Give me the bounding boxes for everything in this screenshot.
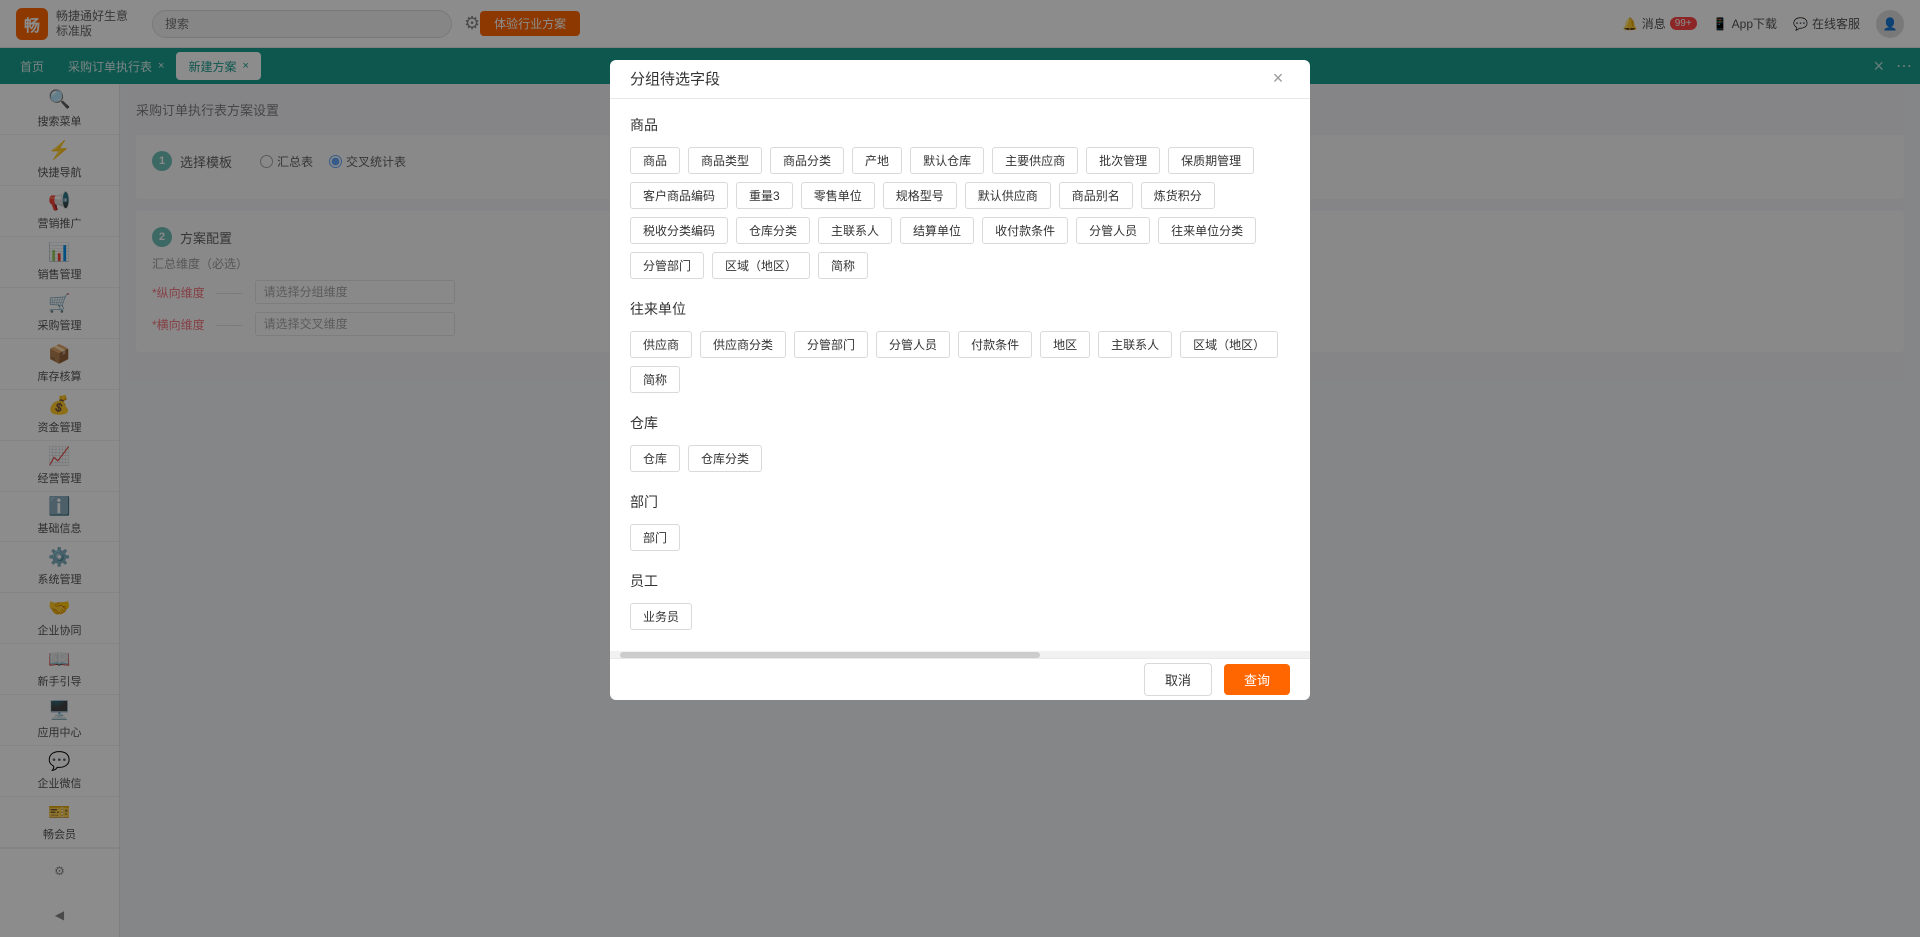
modal-body[interactable]: 商品 商品 商品类型 商品分类 产地 默认仓库 主要供应商 批次管理 保质期管理… — [610, 99, 1310, 652]
section-goods: 商品 商品 商品类型 商品分类 产地 默认仓库 主要供应商 批次管理 保质期管理… — [630, 115, 1290, 279]
section-partner: 往来单位 供应商 供应商分类 分管部门 分管人员 付款条件 地区 主联系人 区域… — [630, 299, 1290, 393]
modal-overlay: 分组待选字段 × 商品 商品 商品类型 商品分类 产地 默认仓库 主要供应商 批… — [0, 0, 1920, 937]
tag-goods-8[interactable]: 客户商品编码 — [630, 182, 728, 209]
tag-partner-7[interactable]: 区域（地区） — [1180, 331, 1278, 358]
section-employee-tags: 业务员 — [630, 603, 1290, 630]
section-partner-tags: 供应商 供应商分类 分管部门 分管人员 付款条件 地区 主联系人 区域（地区） … — [630, 331, 1290, 393]
cancel-button[interactable]: 取消 — [1144, 663, 1212, 696]
tag-goods-4[interactable]: 默认仓库 — [910, 147, 984, 174]
tag-goods-2[interactable]: 商品分类 — [770, 147, 844, 174]
tag-goods-16[interactable]: 仓库分类 — [736, 217, 810, 244]
tag-goods-23[interactable]: 区域（地区） — [712, 252, 810, 279]
section-partner-title: 往来单位 — [630, 299, 1290, 319]
tag-goods-1[interactable]: 商品类型 — [688, 147, 762, 174]
tag-partner-1[interactable]: 供应商分类 — [700, 331, 786, 358]
tag-goods-5[interactable]: 主要供应商 — [992, 147, 1078, 174]
section-employee: 员工 业务员 — [630, 571, 1290, 630]
tag-employee-0[interactable]: 业务员 — [630, 603, 692, 630]
modal-close-btn[interactable]: × — [1266, 67, 1290, 91]
tag-goods-9[interactable]: 重量3 — [736, 182, 793, 209]
tag-partner-5[interactable]: 地区 — [1040, 331, 1090, 358]
modal-h-scrollbar[interactable] — [610, 651, 1310, 657]
tag-goods-22[interactable]: 分管部门 — [630, 252, 704, 279]
section-dept-title: 部门 — [630, 492, 1290, 512]
tag-partner-2[interactable]: 分管部门 — [794, 331, 868, 358]
modal-title: 分组待选字段 — [630, 68, 720, 89]
tag-goods-12[interactable]: 默认供应商 — [965, 182, 1051, 209]
section-dept-tags: 部门 — [630, 524, 1290, 551]
tag-goods-7[interactable]: 保质期管理 — [1168, 147, 1254, 174]
tag-partner-3[interactable]: 分管人员 — [876, 331, 950, 358]
section-goods-title: 商品 — [630, 115, 1290, 135]
section-warehouse-tags: 仓库 仓库分类 — [630, 445, 1290, 472]
modal-footer: 取消 查询 — [610, 658, 1310, 700]
tag-warehouse-1[interactable]: 仓库分类 — [688, 445, 762, 472]
tag-goods-18[interactable]: 结算单位 — [900, 217, 974, 244]
tag-goods-17[interactable]: 主联系人 — [818, 217, 892, 244]
h-scrollbar-thumb[interactable] — [620, 652, 1040, 658]
field-select-modal: 分组待选字段 × 商品 商品 商品类型 商品分类 产地 默认仓库 主要供应商 批… — [610, 60, 1310, 700]
tag-goods-11[interactable]: 规格型号 — [883, 182, 957, 209]
section-goods-tags: 商品 商品类型 商品分类 产地 默认仓库 主要供应商 批次管理 保质期管理 客户… — [630, 147, 1290, 279]
tag-goods-0[interactable]: 商品 — [630, 147, 680, 174]
section-employee-title: 员工 — [630, 571, 1290, 591]
tag-goods-21[interactable]: 往来单位分类 — [1158, 217, 1256, 244]
tag-goods-24[interactable]: 简称 — [818, 252, 868, 279]
section-warehouse: 仓库 仓库 仓库分类 — [630, 413, 1290, 472]
tag-partner-6[interactable]: 主联系人 — [1098, 331, 1172, 358]
tag-goods-10[interactable]: 零售单位 — [801, 182, 875, 209]
section-dept: 部门 部门 — [630, 492, 1290, 551]
tag-goods-19[interactable]: 收付款条件 — [982, 217, 1068, 244]
tag-goods-14[interactable]: 炼货积分 — [1141, 182, 1215, 209]
confirm-button[interactable]: 查询 — [1224, 664, 1290, 695]
tag-partner-8[interactable]: 简称 — [630, 366, 680, 393]
tag-goods-13[interactable]: 商品别名 — [1059, 182, 1133, 209]
tag-goods-20[interactable]: 分管人员 — [1076, 217, 1150, 244]
section-warehouse-title: 仓库 — [630, 413, 1290, 433]
tag-goods-3[interactable]: 产地 — [852, 147, 902, 174]
tag-warehouse-0[interactable]: 仓库 — [630, 445, 680, 472]
tag-partner-4[interactable]: 付款条件 — [958, 331, 1032, 358]
tag-goods-6[interactable]: 批次管理 — [1086, 147, 1160, 174]
tag-dept-0[interactable]: 部门 — [630, 524, 680, 551]
modal-header: 分组待选字段 × — [610, 60, 1310, 99]
tag-partner-0[interactable]: 供应商 — [630, 331, 692, 358]
tag-goods-15[interactable]: 税收分类编码 — [630, 217, 728, 244]
